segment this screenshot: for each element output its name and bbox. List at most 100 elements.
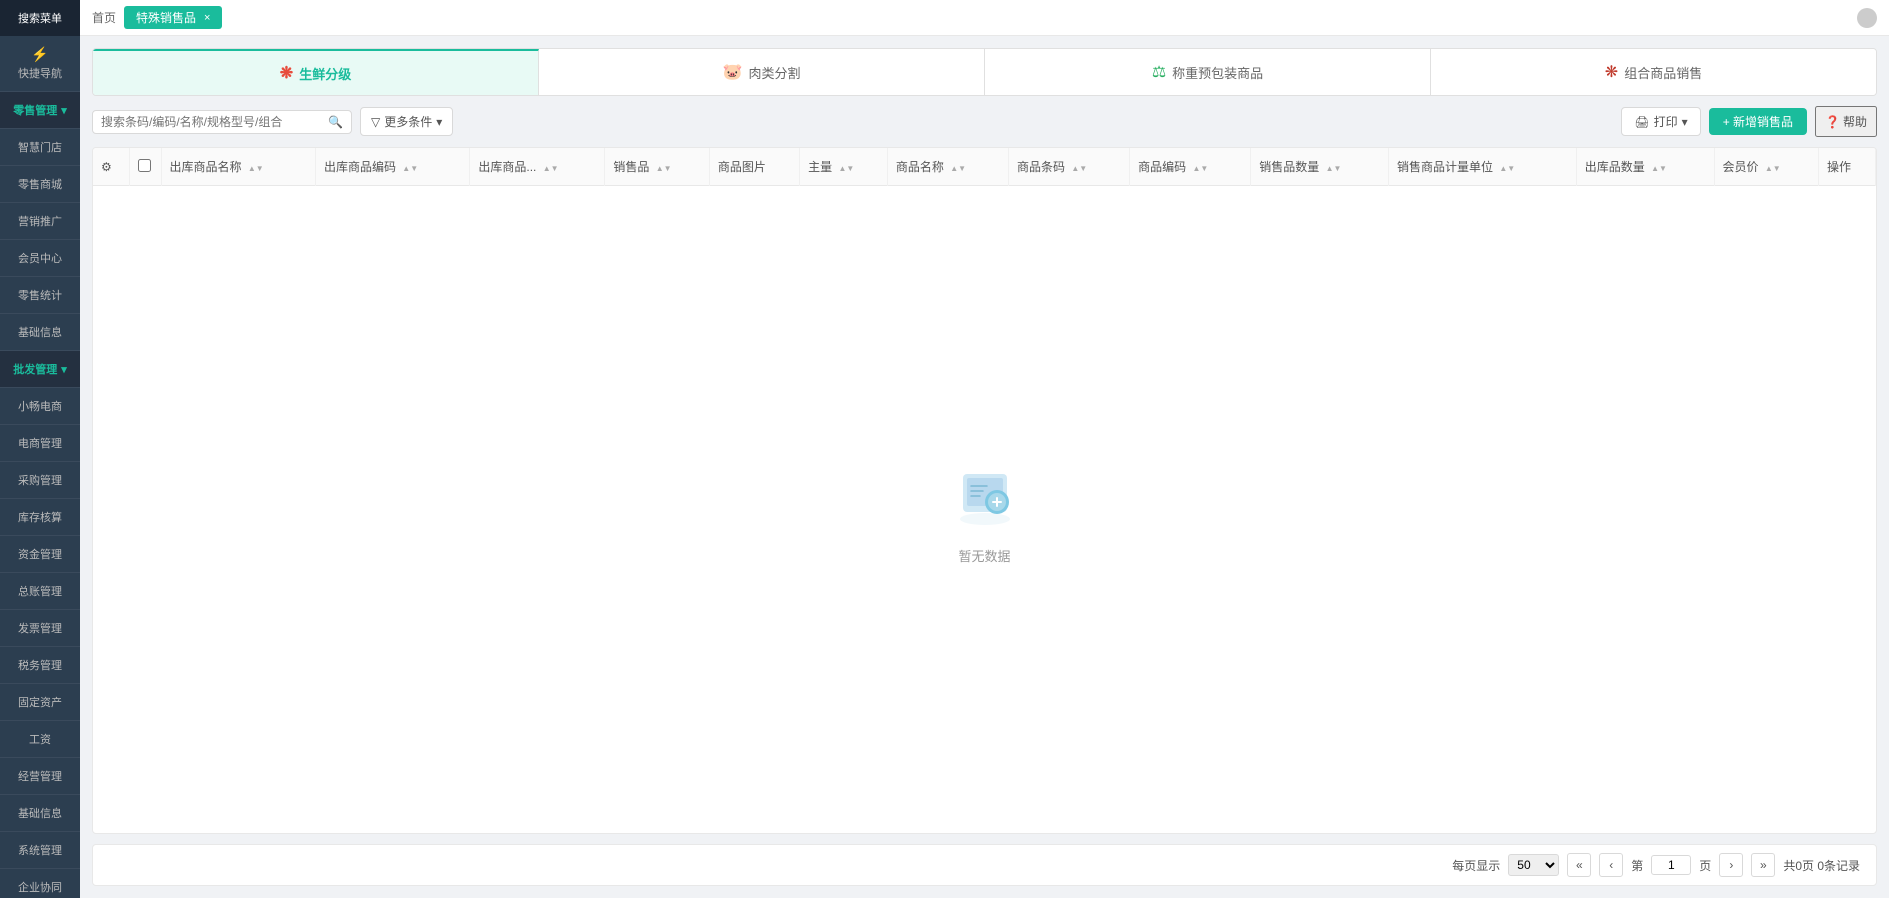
sidebar-item-mini-store[interactable]: 小畅电商 bbox=[0, 388, 80, 425]
tab-meat-split[interactable]: 🐷 肉类分割 bbox=[539, 49, 985, 95]
chevron-down-icon-filter: ▾ bbox=[436, 115, 442, 129]
tab-bar: ❋ 生鲜分级 🐷 肉类分割 ⚖ 称重预包装商品 ❋ 组合商品销售 bbox=[92, 48, 1877, 96]
sort-icon-9: ▲▼ bbox=[1326, 164, 1342, 173]
sidebar-item-basic-info2[interactable]: 基础信息 bbox=[0, 795, 80, 832]
empty-state-icon bbox=[945, 454, 1025, 534]
empty-state: 暂无数据 bbox=[93, 186, 1876, 833]
th-product-code[interactable]: 商品编码 ▲▼ bbox=[1130, 148, 1251, 186]
sort-icon-12: ▲▼ bbox=[1765, 164, 1781, 173]
sort-icon-3: ▲▼ bbox=[543, 164, 559, 173]
sidebar-item-invoice-mgmt[interactable]: 发票管理 bbox=[0, 610, 80, 647]
per-page-label: 每页显示 bbox=[1452, 857, 1500, 874]
sort-icon-2: ▲▼ bbox=[402, 164, 418, 173]
chevron-down-icon-2: ▾ bbox=[61, 363, 67, 376]
user-avatar[interactable] bbox=[1857, 8, 1877, 28]
toolbar: 🔍 ▽ 更多条件 ▾ 🖨 打印 ▾ + 新增销售品 ❓ 帮助 bbox=[92, 106, 1877, 137]
sidebar-item-ecommerce-mgmt[interactable]: 电商管理 bbox=[0, 425, 80, 462]
fresh-grade-icon: ❋ bbox=[280, 63, 293, 83]
total-label: 共0页 0条记录 bbox=[1783, 857, 1860, 874]
next-page-button[interactable]: › bbox=[1719, 853, 1743, 877]
filter-button[interactable]: ▽ 更多条件 ▾ bbox=[360, 107, 453, 136]
sidebar: 搜索菜单 ⚡ 快捷导航 零售管理 ▾ 智慧门店 零售商城 营销推广 会员中心 零… bbox=[0, 0, 80, 898]
print-dropdown-icon: ▾ bbox=[1682, 115, 1688, 129]
tab-weigh-prepack[interactable]: ⚖ 称重预包装商品 bbox=[985, 49, 1431, 95]
th-operation: 操作 bbox=[1818, 148, 1875, 186]
th-product-barcode[interactable]: 商品条码 ▲▼ bbox=[1008, 148, 1129, 186]
sort-icon-5: ▲▼ bbox=[838, 164, 854, 173]
page-number-input[interactable] bbox=[1651, 855, 1691, 875]
nav-tag-close-icon[interactable]: × bbox=[204, 12, 210, 24]
print-button[interactable]: 🖨 打印 ▾ bbox=[1621, 107, 1700, 136]
sidebar-item-basic-info[interactable]: 基础信息 bbox=[0, 314, 80, 351]
sidebar-item-ledger-mgmt[interactable]: 总账管理 bbox=[0, 573, 80, 610]
breadcrumb-home[interactable]: 首页 bbox=[92, 9, 116, 26]
tab-fresh-grade[interactable]: ❋ 生鲜分级 bbox=[93, 49, 539, 95]
quick-nav-icon: ⚡ bbox=[31, 46, 48, 63]
sidebar-item-capital-mgmt[interactable]: 资金管理 bbox=[0, 536, 80, 573]
sidebar-item-inventory[interactable]: 库存核算 bbox=[0, 499, 80, 536]
top-nav: 首页 特殊销售品 × bbox=[80, 0, 1889, 36]
top-right-area bbox=[1857, 8, 1877, 28]
sidebar-item-marketing[interactable]: 营销推广 bbox=[0, 203, 80, 240]
sidebar-item-smart-store[interactable]: 智慧门店 bbox=[0, 129, 80, 166]
th-sale-unit[interactable]: 销售商品计量单位 ▲▼ bbox=[1388, 148, 1576, 186]
search-box[interactable]: 🔍 bbox=[92, 110, 352, 134]
active-nav-tag[interactable]: 特殊销售品 × bbox=[124, 6, 222, 29]
th-product-name[interactable]: 商品名称 ▲▼ bbox=[887, 148, 1008, 186]
table-header: ⚙ 出库商品名称 ▲▼ 出库商品编码 ▲▼ 出库商品... ▲▼ bbox=[93, 148, 1876, 186]
th-out-product-name[interactable]: 出库商品名称 ▲▼ bbox=[161, 148, 315, 186]
th-out-product-x[interactable]: 出库商品... ▲▼ bbox=[470, 148, 605, 186]
empty-state-text: 暂无数据 bbox=[958, 546, 1010, 565]
sidebar-item-enterprise[interactable]: 企业协同 bbox=[0, 869, 80, 898]
sort-icon-6: ▲▼ bbox=[950, 164, 966, 173]
sidebar-item-member-center[interactable]: 会员中心 bbox=[0, 240, 80, 277]
th-settings[interactable]: ⚙ bbox=[93, 148, 129, 186]
th-main-weight[interactable]: 主量 ▲▼ bbox=[800, 148, 888, 186]
sort-icon-7: ▲▼ bbox=[1071, 164, 1087, 173]
sort-icon-8: ▲▼ bbox=[1192, 164, 1208, 173]
weigh-prepack-icon: ⚖ bbox=[1152, 62, 1166, 82]
data-table: ⚙ 出库商品名称 ▲▼ 出库商品编码 ▲▼ 出库商品... ▲▼ bbox=[93, 148, 1876, 186]
sidebar-item-system-mgmt[interactable]: 系统管理 bbox=[0, 832, 80, 869]
sidebar-item-ops-mgmt[interactable]: 经营管理 bbox=[0, 758, 80, 795]
tab-combo-sales[interactable]: ❋ 组合商品销售 bbox=[1431, 49, 1876, 95]
add-product-button[interactable]: + 新增销售品 bbox=[1709, 108, 1807, 135]
th-sale-product[interactable]: 销售品 ▲▼ bbox=[605, 148, 709, 186]
per-page-select[interactable]: 50 10 20 100 bbox=[1508, 854, 1559, 876]
first-page-button[interactable]: « bbox=[1567, 853, 1591, 877]
sidebar-item-payroll[interactable]: 工资 bbox=[0, 721, 80, 758]
sort-icon-11: ▲▼ bbox=[1651, 164, 1667, 173]
th-out-product-code[interactable]: 出库商品编码 ▲▼ bbox=[315, 148, 469, 186]
sidebar-item-retail-mall[interactable]: 零售商城 bbox=[0, 166, 80, 203]
th-product-image[interactable]: 商品图片 bbox=[709, 148, 799, 186]
th-checkbox[interactable] bbox=[129, 148, 161, 186]
sort-icon-10: ▲▼ bbox=[1499, 164, 1515, 173]
content-area: ❋ 生鲜分级 🐷 肉类分割 ⚖ 称重预包装商品 ❋ 组合商品销售 🔍 bbox=[80, 36, 1889, 898]
chevron-down-icon: ▾ bbox=[61, 104, 67, 117]
sidebar-logo[interactable]: 搜索菜单 bbox=[0, 0, 80, 36]
prev-page-button[interactable]: ‹ bbox=[1599, 853, 1623, 877]
sidebar-item-fixed-assets[interactable]: 固定资产 bbox=[0, 684, 80, 721]
help-button[interactable]: ❓ 帮助 bbox=[1815, 106, 1877, 137]
sidebar-item-retail-stats[interactable]: 零售统计 bbox=[0, 277, 80, 314]
data-table-container: ⚙ 出库商品名称 ▲▼ 出库商品编码 ▲▼ 出库商品... ▲▼ bbox=[92, 147, 1877, 834]
main-content: 首页 特殊销售品 × ❋ 生鲜分级 🐷 肉类分割 ⚖ 称重预包装商品 bbox=[80, 0, 1889, 898]
th-member-price[interactable]: 会员价 ▲▼ bbox=[1714, 148, 1818, 186]
th-out-qty[interactable]: 出库品数量 ▲▼ bbox=[1576, 148, 1714, 186]
sidebar-item-quick-nav[interactable]: ⚡ 快捷导航 bbox=[0, 36, 80, 92]
sidebar-item-purchase-mgmt[interactable]: 采购管理 bbox=[0, 462, 80, 499]
combo-sales-icon: ❋ bbox=[1605, 62, 1618, 82]
search-icon: 🔍 bbox=[328, 115, 343, 129]
sidebar-item-wholesale-mgmt[interactable]: 批发管理 ▾ bbox=[0, 351, 80, 388]
sidebar-item-tax-mgmt[interactable]: 税务管理 bbox=[0, 647, 80, 684]
help-icon: ❓ bbox=[1825, 115, 1840, 129]
sort-icon-4: ▲▼ bbox=[656, 164, 672, 173]
th-sale-qty[interactable]: 销售品数量 ▲▼ bbox=[1251, 148, 1389, 186]
page-label-before: 第 bbox=[1631, 857, 1643, 874]
last-page-button[interactable]: » bbox=[1751, 853, 1775, 877]
toolbar-right: 🖨 打印 ▾ + 新增销售品 ❓ 帮助 bbox=[1621, 106, 1877, 137]
sidebar-item-retail-mgmt[interactable]: 零售管理 ▾ bbox=[0, 92, 80, 129]
search-input[interactable] bbox=[101, 115, 324, 129]
page-label: 页 bbox=[1699, 857, 1711, 874]
select-all-checkbox[interactable] bbox=[138, 159, 151, 172]
